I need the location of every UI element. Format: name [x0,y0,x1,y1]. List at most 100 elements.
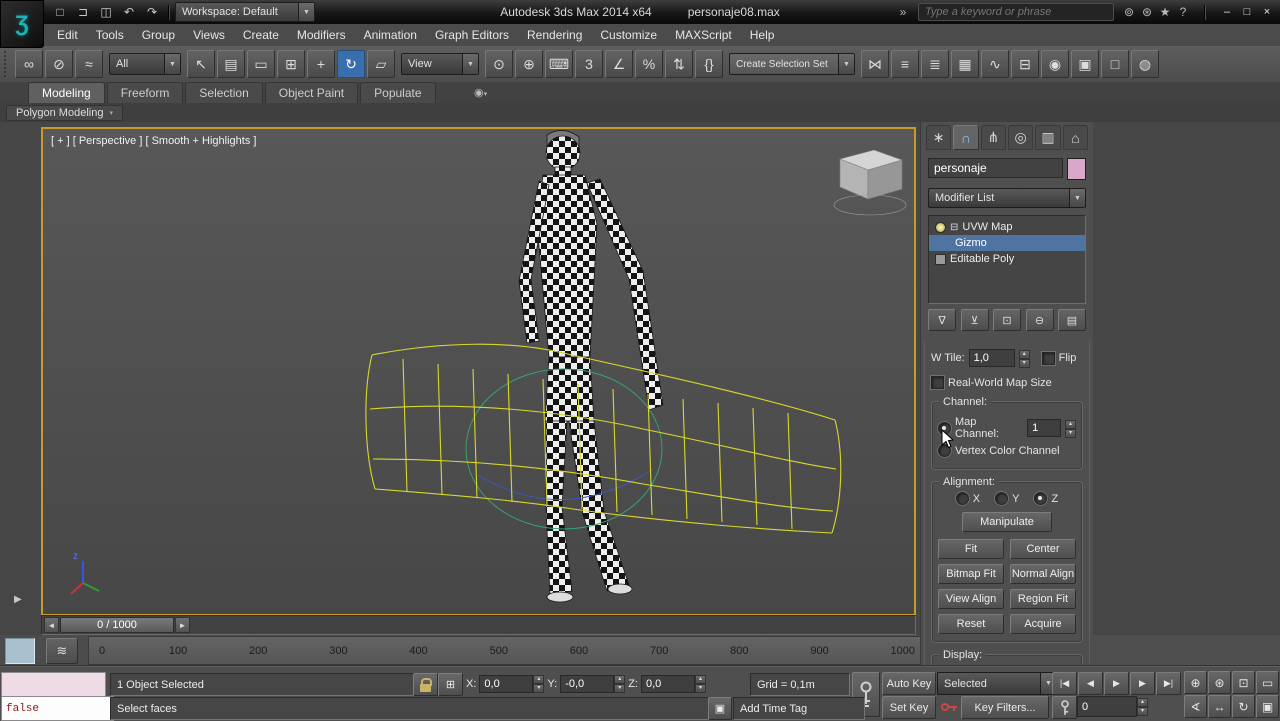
workspace-dropdown[interactable]: Workspace: Default ▼ [175,2,315,22]
configure-modifier-sets-button[interactable]: ▤ [1058,309,1086,331]
map-channel-radio[interactable] [938,421,951,435]
modify-tab[interactable]: ∩ [953,125,979,150]
align-z-radio[interactable] [1034,492,1048,505]
remove-modifier-button[interactable]: ⊖ [1025,309,1054,331]
3dsmax-logo-icon[interactable]: Ʒ [0,0,44,48]
object-color-swatch[interactable] [1067,158,1086,180]
utilities-tab[interactable]: ⌂ [1062,125,1088,150]
tab-object-paint[interactable]: Object Paint [264,82,359,103]
open-mini-curve-editor-button[interactable]: ≋ [46,638,78,664]
auto-key-button[interactable]: Auto Key [882,672,936,695]
normal-align-button[interactable]: Normal Align [1010,564,1076,584]
overflow-chevron-icon[interactable]: » [895,5,911,19]
menu-group[interactable]: Group [133,25,184,45]
create-tab[interactable]: ∗ [926,125,952,150]
use-pivot-center-button[interactable]: ⊙ [485,50,513,78]
zoom-all-icon[interactable]: ⊛ [1208,671,1231,694]
rendered-frame-button[interactable]: □ [1101,50,1129,78]
render-production-button[interactable]: ◍ [1131,50,1159,78]
flip-checkbox[interactable] [1041,351,1055,365]
select-by-name-button[interactable]: ▤ [217,50,245,78]
schematic-view-button[interactable]: ⊟ [1011,50,1039,78]
manipulate-button[interactable]: Manipulate [962,512,1052,532]
time-slider-handle[interactable]: 0 / 1000 [60,617,174,633]
w-tile-spinner[interactable]: ▴ ▾ [1018,349,1030,368]
fit-button[interactable]: Fit [938,539,1004,559]
next-frame-button[interactable]: ▶ [1130,672,1155,695]
tab-populate[interactable]: Populate [360,82,436,103]
rectangular-selection-button[interactable]: ▭ [247,50,275,78]
select-object-button[interactable]: ↖ [187,50,215,78]
time-slider-left-arrow[interactable]: ◄ [44,617,59,633]
map-channel-spinner[interactable]: ▴ ▾ [1065,419,1076,438]
select-and-link-button[interactable]: ∞ [15,50,43,78]
reference-coordinate-dropdown[interactable]: View ▼ [401,53,479,75]
pin-stack-button[interactable]: ∇ [928,309,956,331]
selection-lock-button[interactable] [413,673,438,696]
play-button[interactable]: ▶ [1104,672,1129,695]
key-mode-toggle-button[interactable] [1052,696,1077,719]
menu-edit[interactable]: Edit [48,25,87,45]
select-and-manipulate-button[interactable]: ⊕ [515,50,543,78]
region-fit-button[interactable]: Region Fit [1010,589,1076,609]
menu-tools[interactable]: Tools [87,25,133,45]
current-frame-field[interactable]: 0 [1077,696,1137,717]
x-field[interactable]: 0,0 [479,674,534,693]
menu-views[interactable]: Views [184,25,234,45]
x-spinner[interactable]: ▴ ▾ [533,675,545,693]
select-and-scale-button[interactable]: ▱ [367,50,395,78]
object-name-field[interactable]: personaje [928,158,1063,178]
menu-create[interactable]: Create [234,25,288,45]
render-setup-button[interactable]: ▣ [1071,50,1099,78]
menu-graph-editors[interactable]: Graph Editors [426,25,518,45]
save-file-button[interactable]: ◫ [96,3,116,21]
percent-snap-button[interactable]: % [635,50,663,78]
reset-button[interactable]: Reset [938,614,1004,634]
select-and-rotate-button[interactable]: ↻ [337,50,365,78]
snaps-toggle-button[interactable]: 3 [575,50,603,78]
keyboard-override-button[interactable]: ⌨ [545,50,573,78]
window-crossing-button[interactable]: ⊞ [277,50,305,78]
ribbon-config-icon[interactable]: ◉▾ [468,84,493,101]
z-spinner[interactable]: ▴ ▾ [694,675,706,693]
absolute-offset-toggle-button[interactable]: ⊞ [438,673,463,696]
new-scene-button[interactable]: □ [50,3,70,21]
acquire-button[interactable]: Acquire [1010,614,1076,634]
minimize-button[interactable]: – [1218,5,1236,20]
y-field[interactable]: -0,0 [560,674,615,693]
align-button[interactable]: ≡ [891,50,919,78]
spinner-snap-button[interactable]: ⇅ [665,50,693,78]
menu-modifiers[interactable]: Modifiers [288,25,355,45]
set-key-button[interactable]: Set Key [882,696,936,719]
stack-item-editable-poly[interactable]: Editable Poly [929,251,1085,267]
modifier-list-dropdown[interactable]: Modifier List ▼ [928,188,1086,208]
view-cube[interactable] [833,149,907,216]
menu-maxscript[interactable]: MAXScript [666,25,741,45]
map-channel-field[interactable]: 1 [1027,419,1062,437]
material-editor-button[interactable]: ◉ [1041,50,1069,78]
curve-editor-button[interactable]: ∿ [981,50,1009,78]
viewport-label[interactable]: [ + ] [ Perspective ] [ Smooth + Highlig… [51,135,256,147]
maximize-viewport-icon[interactable]: ▣ [1256,695,1279,718]
go-to-end-button[interactable]: ▶| [1156,672,1181,695]
view-align-button[interactable]: View Align [938,589,1004,609]
maxscript-mini-listener[interactable]: false [1,696,114,721]
stack-item-uvw-map[interactable]: ⊟ UVW Map [929,219,1085,235]
maximize-button[interactable]: □ [1238,5,1256,20]
polygon-modeling-panel[interactable]: Polygon Modeling ▾ [6,104,123,121]
help-icon[interactable]: ? [1175,5,1191,19]
named-selection-set-dropdown[interactable]: Create Selection Set ▼ [729,53,855,75]
bind-to-space-warp-button[interactable]: ≈ [75,50,103,78]
named-selection-sets-button[interactable]: {} [695,50,723,78]
open-file-button[interactable]: ⊐ [73,3,93,21]
zoom-extents-icon[interactable]: ⊡ [1232,671,1255,694]
key-selection-dropdown[interactable]: Selected ▼ [937,672,1057,695]
search-binoculars-icon[interactable]: ⊚ [1121,5,1137,19]
select-and-move-button[interactable]: + [307,50,335,78]
add-time-tag[interactable]: Add Time Tag [733,697,865,720]
redo-button[interactable]: ↷ [142,3,162,21]
communication-center-icon[interactable]: ⊛ [1139,5,1155,19]
vertex-color-radio[interactable] [938,444,951,457]
go-to-start-button[interactable]: |◀ [1052,672,1077,695]
real-world-checkbox[interactable] [931,376,944,389]
